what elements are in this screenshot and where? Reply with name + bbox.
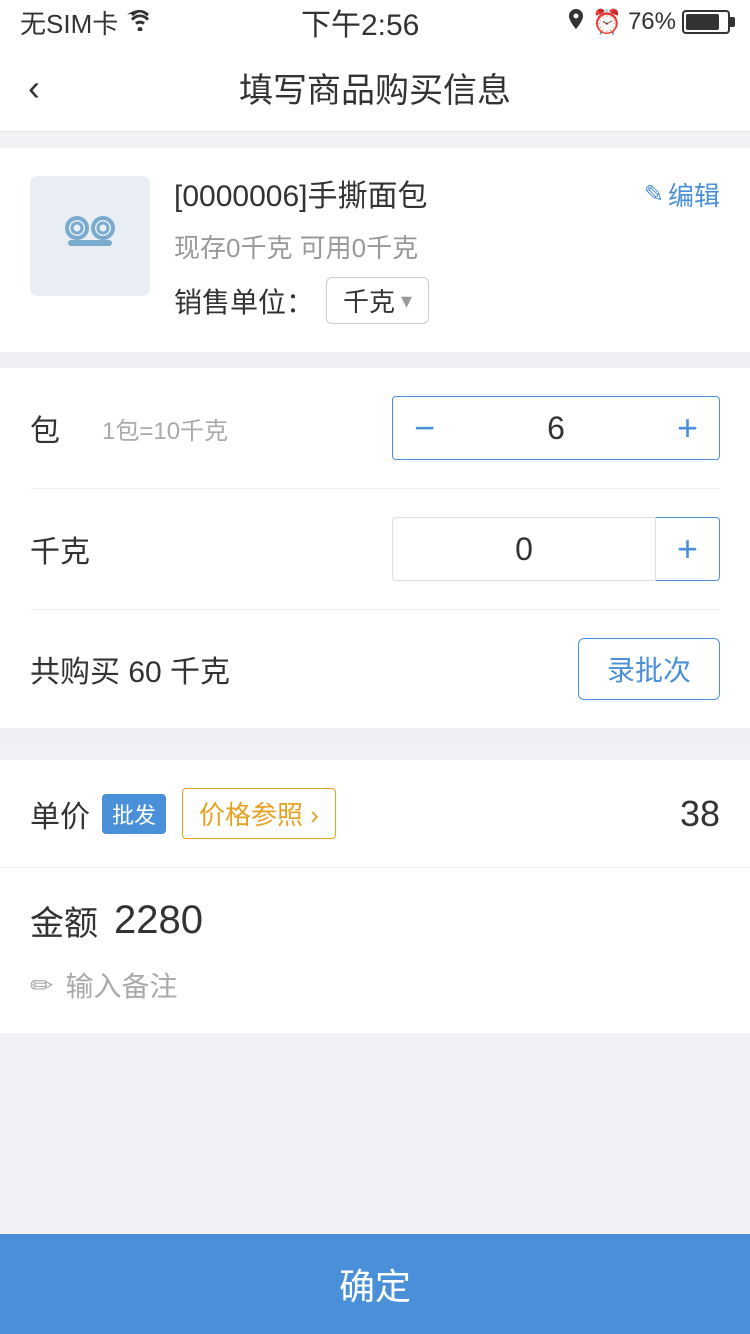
bao-section: 包 1包=10千克 − + 千克 + 共购买 60 千克 录批次 bbox=[0, 368, 750, 728]
product-card: [0000006]手撕面包 现存0千克 可用0千克 销售单位： 千克 ▾ ✎ 编… bbox=[0, 148, 750, 352]
bao-quantity-row: 包 1包=10千克 − + bbox=[30, 368, 720, 489]
dropdown-arrow-icon: ▾ bbox=[401, 288, 412, 314]
product-unit-row: 销售单位： 千克 ▾ bbox=[174, 277, 720, 324]
product-name: [0000006]手撕面包 bbox=[174, 176, 720, 218]
status-bar: 无SIM卡 下午2:56 ⏰ 76% bbox=[0, 0, 750, 44]
bao-plus-button[interactable]: + bbox=[656, 396, 720, 460]
product-stock: 现存0千克 可用0千克 bbox=[174, 228, 720, 265]
price-ref-button[interactable]: 价格参照 › bbox=[182, 788, 336, 839]
time-label: 下午2:56 bbox=[301, 0, 419, 44]
location-icon bbox=[566, 8, 586, 36]
back-button[interactable]: ‹ bbox=[28, 67, 40, 109]
price-section: 单价 批发 价格参照 › 38 bbox=[0, 760, 750, 867]
product-info: [0000006]手撕面包 现存0千克 可用0千克 销售单位： 千克 ▾ bbox=[174, 176, 720, 324]
confirm-label: 确定 bbox=[339, 1258, 411, 1310]
product-thumbnail bbox=[30, 176, 150, 296]
bao-minus-button[interactable]: − bbox=[392, 396, 456, 460]
wifi-icon bbox=[126, 7, 154, 38]
edit-button[interactable]: ✎ 编辑 bbox=[644, 176, 720, 213]
page-title: 填写商品购买信息 bbox=[239, 63, 511, 112]
divider-1 bbox=[0, 352, 750, 368]
price-label: 单价 bbox=[30, 792, 90, 836]
kg-controls: + bbox=[392, 517, 720, 581]
edit-icon: ✎ bbox=[644, 180, 664, 209]
total-row: 共购买 60 千克 录批次 bbox=[30, 610, 720, 728]
alarm-icon: ⏰ bbox=[592, 8, 622, 37]
unit-select[interactable]: 千克 ▾ bbox=[326, 277, 429, 324]
remark-row[interactable]: ✏ 输入备注 bbox=[30, 965, 720, 1005]
carrier-label: 无SIM卡 bbox=[20, 4, 118, 41]
price-type-tag: 批发 bbox=[102, 794, 166, 834]
kg-quantity-row: 千克 + bbox=[30, 489, 720, 610]
price-value: 38 bbox=[680, 793, 720, 835]
unit-label: 销售单位： bbox=[174, 281, 314, 321]
bao-input[interactable] bbox=[456, 396, 656, 460]
bao-label: 包 bbox=[30, 406, 90, 450]
bao-sublabel: 1包=10千克 bbox=[102, 411, 392, 446]
kg-input[interactable] bbox=[392, 517, 656, 581]
total-text: 共购买 60 千克 bbox=[30, 647, 230, 691]
edit-label: 编辑 bbox=[668, 176, 720, 213]
price-ref-label: 价格参照 › bbox=[199, 795, 319, 832]
nav-bar: ‹ 填写商品购买信息 bbox=[0, 44, 750, 132]
amount-label: 金额 bbox=[30, 896, 98, 945]
batch-button[interactable]: 录批次 bbox=[578, 638, 720, 700]
divider-2 bbox=[0, 728, 750, 744]
kg-plus-button[interactable]: + bbox=[656, 517, 720, 581]
amount-section: 金额 2280 ✏ 输入备注 bbox=[0, 868, 750, 1033]
pencil-icon: ✏ bbox=[30, 969, 53, 1002]
confirm-button[interactable]: 确定 bbox=[0, 1234, 750, 1334]
amount-value: 2280 bbox=[114, 898, 203, 943]
amount-row: 金额 2280 bbox=[30, 896, 720, 945]
battery-icon bbox=[682, 10, 730, 34]
remark-placeholder: 输入备注 bbox=[65, 965, 177, 1005]
unit-value: 千克 bbox=[343, 282, 395, 319]
battery-pct: 76% bbox=[628, 8, 676, 36]
kg-label: 千克 bbox=[30, 527, 90, 571]
bao-controls: − + bbox=[392, 396, 720, 460]
